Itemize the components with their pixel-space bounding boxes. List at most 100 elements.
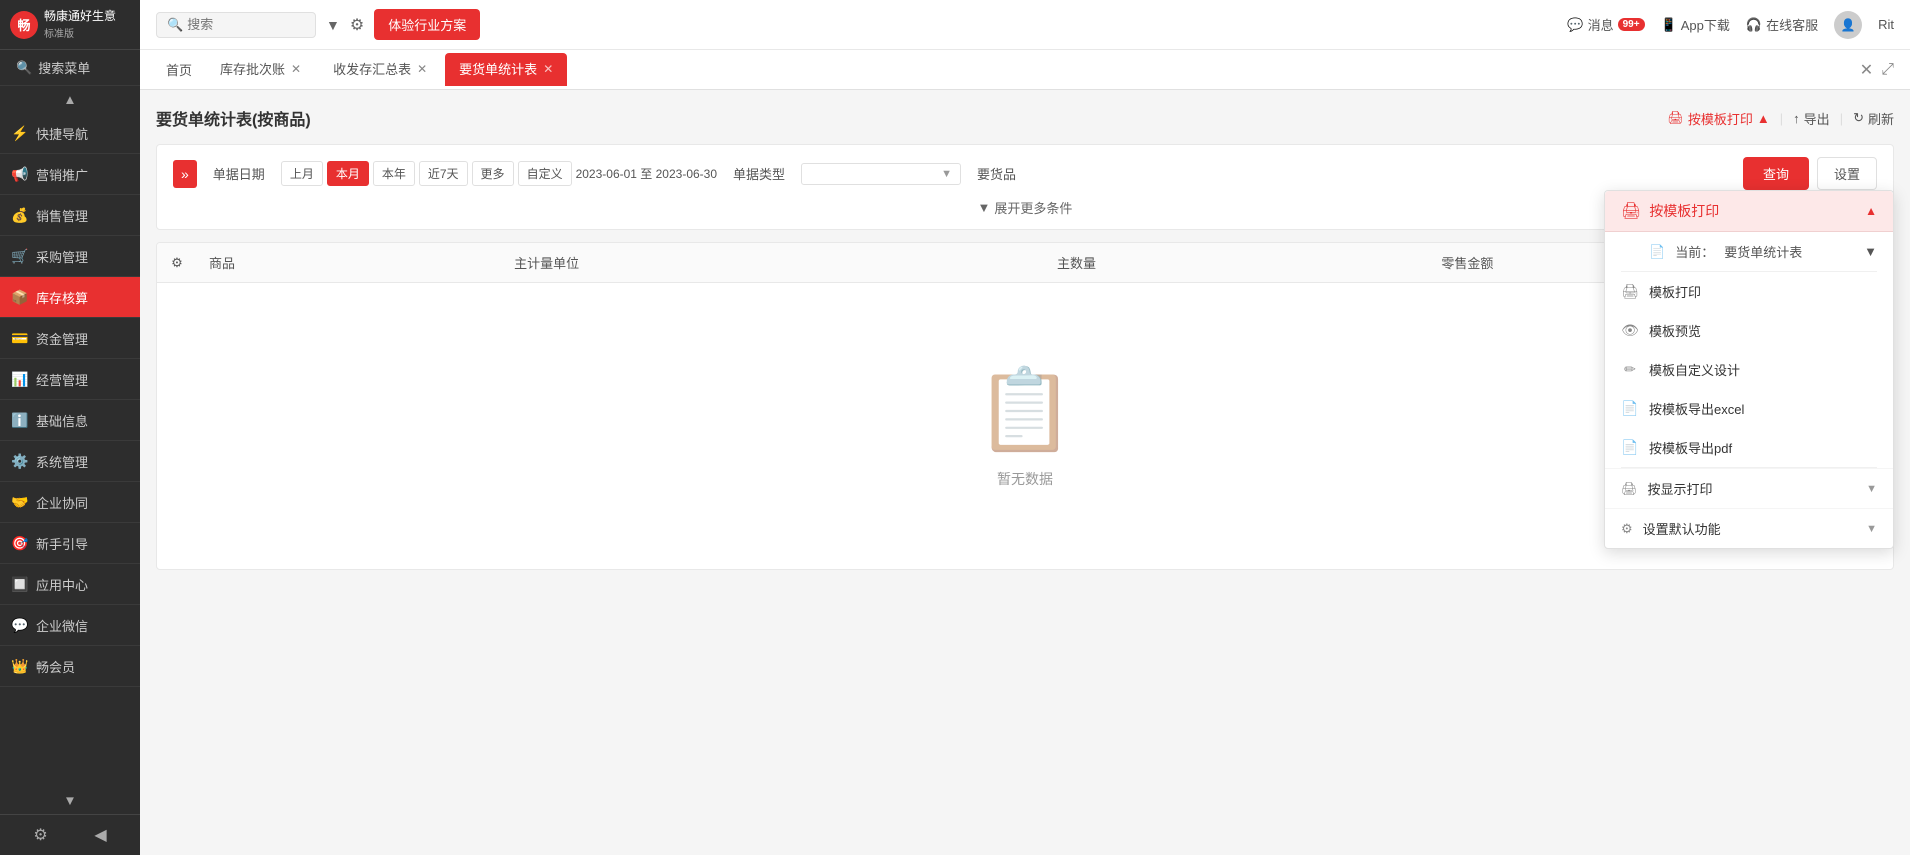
- tab-inventory-batch[interactable]: 库存批次账 ✕: [206, 53, 315, 86]
- refresh-btn[interactable]: ↻ 刷新: [1853, 109, 1894, 128]
- period-current-year[interactable]: 本年: [373, 161, 415, 186]
- period-prev-month[interactable]: 上月: [281, 161, 323, 186]
- export-excel-item[interactable]: 📄 按模板导出excel: [1605, 389, 1893, 428]
- chevron-down-icon: ▼: [1866, 523, 1877, 535]
- settings-icon: ⚙: [1621, 521, 1633, 537]
- item-label: 按模板导出excel: [1649, 399, 1877, 418]
- page-header: 要货单统计表(按商品) 🖨 按模板打印 ▲ | ↑ 导出 | ↻ 刷新: [156, 106, 1894, 130]
- user-name: Rit: [1878, 17, 1894, 32]
- topbar-gear-btn[interactable]: ⚙: [350, 15, 364, 35]
- preview-icon: 👁: [1621, 322, 1639, 339]
- print-icon: 🖨: [1667, 110, 1684, 126]
- search-icon: 🔍: [167, 17, 183, 33]
- current-template-item[interactable]: 📄 当前： 要货单统计表 ▼: [1605, 232, 1893, 271]
- sidebar-item-wechat[interactable]: 💬 企业微信: [0, 605, 140, 646]
- period-current-month[interactable]: 本月: [327, 161, 369, 186]
- sidebar-nav: ⚡ 快捷导航 📢 营销推广 💰 销售管理 🛒 采购管理 📦 库存核算 💳 资金管…: [0, 113, 140, 787]
- period-more[interactable]: 更多: [472, 161, 514, 186]
- trial-button[interactable]: 体验行业方案: [374, 9, 480, 40]
- topbar-search-box[interactable]: 🔍: [156, 12, 316, 38]
- app-icon: 📱: [1661, 17, 1677, 33]
- sidebar-item-member[interactable]: 👑 畅会员: [0, 646, 140, 687]
- default-func-label: 设置默认功能: [1643, 519, 1721, 538]
- tab-label: 库存批次账: [220, 59, 285, 78]
- sidebar-item-inventory[interactable]: 📦 库存核算: [0, 277, 140, 318]
- sidebar-item-enterprise[interactable]: 🤝 企业协同: [0, 482, 140, 523]
- tab-close-btn[interactable]: ✕: [417, 62, 427, 76]
- sidebar-item-finance[interactable]: 💳 资金管理: [0, 318, 140, 359]
- display-print-label: 按显示打印: [1648, 479, 1713, 498]
- sidebar-item-operations[interactable]: 📊 经营管理: [0, 359, 140, 400]
- sidebar-item-label: 企业协同: [36, 493, 88, 512]
- tab-close-btn[interactable]: ✕: [543, 62, 553, 76]
- user-avatar[interactable]: 👤: [1834, 11, 1862, 39]
- sidebar-collapse-btn[interactable]: ◀: [94, 825, 106, 845]
- sidebar-settings-btn[interactable]: ⚙: [33, 825, 47, 845]
- preview-template-item[interactable]: 👁 模板预览: [1605, 311, 1893, 350]
- file-icon: 📄: [1649, 244, 1665, 260]
- default-func-expandable[interactable]: ⚙ 设置默认功能 ▼: [1605, 508, 1893, 548]
- pdf-icon: 📄: [1621, 439, 1639, 456]
- sidebar-item-apps[interactable]: 🔲 应用中心: [0, 564, 140, 605]
- basics-icon: ℹ️: [10, 410, 30, 430]
- settings-icon[interactable]: ⚙: [171, 255, 183, 270]
- item-label: 模板自定义设计: [1649, 360, 1877, 379]
- sidebar-search[interactable]: 🔍 搜索菜单: [0, 50, 140, 86]
- sidebar-item-basics[interactable]: ℹ️ 基础信息: [0, 400, 140, 441]
- refresh-label: 刷新: [1868, 109, 1894, 128]
- period-custom[interactable]: 自定义: [518, 161, 572, 186]
- sidebar-item-system[interactable]: ⚙️ 系统管理: [0, 441, 140, 482]
- print-template-btn[interactable]: 🖨 按模板打印 ▲: [1667, 109, 1769, 128]
- tab-receipts-summary[interactable]: 收发存汇总表 ✕: [319, 53, 441, 86]
- print-template-dropdown: 🖨 按模板打印 ▲ 📄 当前： 要货单统计表 ▼ 🖨 模板打印 👁: [1604, 190, 1894, 549]
- logo-sub: 标准版: [44, 25, 116, 40]
- operations-icon: 📊: [10, 369, 30, 389]
- sidebar-scroll-down[interactable]: ▼: [59, 789, 80, 812]
- dropdown-header[interactable]: 🖨 按模板打印 ▲: [1605, 191, 1893, 232]
- print-icon: 🖨: [1621, 481, 1638, 497]
- topbar-search-input[interactable]: [187, 17, 305, 32]
- sidebar: 畅 畅康通好生意 标准版 🔍 搜索菜单 ▲ ⚡ 快捷导航 📢 营销推广 💰 销售…: [0, 0, 140, 855]
- chevron-down-icon: ▼: [1864, 244, 1877, 259]
- sidebar-item-marketing[interactable]: 📢 营销推广: [0, 154, 140, 195]
- settings-btn[interactable]: 设置: [1817, 157, 1877, 190]
- filter-expand-btn[interactable]: »: [173, 160, 197, 188]
- tab-home[interactable]: 首页: [156, 54, 202, 85]
- tab-order-stats[interactable]: 要货单统计表 ✕: [445, 53, 567, 86]
- print-template-item[interactable]: 🖨 模板打印: [1605, 272, 1893, 311]
- marketing-icon: 📢: [10, 164, 30, 184]
- sidebar-item-guide[interactable]: 🎯 新手引导: [0, 523, 140, 564]
- query-btn[interactable]: 查询: [1743, 157, 1809, 190]
- export-btn[interactable]: ↑ 导出: [1793, 109, 1830, 128]
- page-content: 要货单统计表(按商品) 🖨 按模板打印 ▲ | ↑ 导出 | ↻ 刷新: [140, 90, 1910, 855]
- topbar-dropdown-btn[interactable]: ▼: [326, 17, 340, 33]
- tab-bar-right: ✕ ⤢: [1860, 60, 1894, 80]
- sidebar-item-shortcut[interactable]: ⚡ 快捷导航: [0, 113, 140, 154]
- messages-badge: 99+: [1618, 18, 1645, 31]
- logo-icon: 畅: [10, 11, 38, 39]
- topbar-online-service[interactable]: 🎧 在线客服: [1746, 15, 1818, 34]
- date-range-text: 2023-06-01 至 2023-06-30: [576, 165, 717, 182]
- export-icon: ↑: [1793, 111, 1800, 126]
- sidebar-scroll-up[interactable]: ▲: [59, 88, 80, 111]
- export-label: 导出: [1804, 109, 1830, 128]
- tab-close-btn[interactable]: ✕: [291, 62, 301, 76]
- order-type-select[interactable]: ▼: [801, 163, 961, 185]
- period-7days[interactable]: 近7天: [419, 161, 468, 186]
- custom-design-item[interactable]: ✏ 模板自定义设计: [1605, 350, 1893, 389]
- topbar-app-download[interactable]: 📱 App下载: [1661, 15, 1730, 34]
- tab-maximize-btn[interactable]: ⤢: [1881, 61, 1894, 79]
- export-pdf-item[interactable]: 📄 按模板导出pdf: [1605, 428, 1893, 467]
- current-template-value: 要货单统计表: [1724, 242, 1802, 261]
- tab-close-window-btn[interactable]: ✕: [1860, 60, 1873, 80]
- order-type-label: 单据类型: [733, 164, 785, 183]
- th-checkbox: ⚙: [157, 243, 197, 283]
- date-period-group: 上月 本月 本年 近7天 更多 自定义 2023-06-01 至 2023-06…: [281, 161, 717, 186]
- sidebar-item-sales[interactable]: 💰 销售管理: [0, 195, 140, 236]
- display-print-expandable[interactable]: 🖨 按显示打印 ▼: [1605, 468, 1893, 508]
- sidebar-item-purchase[interactable]: 🛒 采购管理: [0, 236, 140, 277]
- shortcut-icon: ⚡: [10, 123, 30, 143]
- th-unit: 主计量单位: [502, 243, 1045, 283]
- topbar-messages[interactable]: 💬 消息 99+: [1567, 15, 1644, 34]
- expand-more-btn[interactable]: ▼ 展开更多条件: [978, 198, 1073, 217]
